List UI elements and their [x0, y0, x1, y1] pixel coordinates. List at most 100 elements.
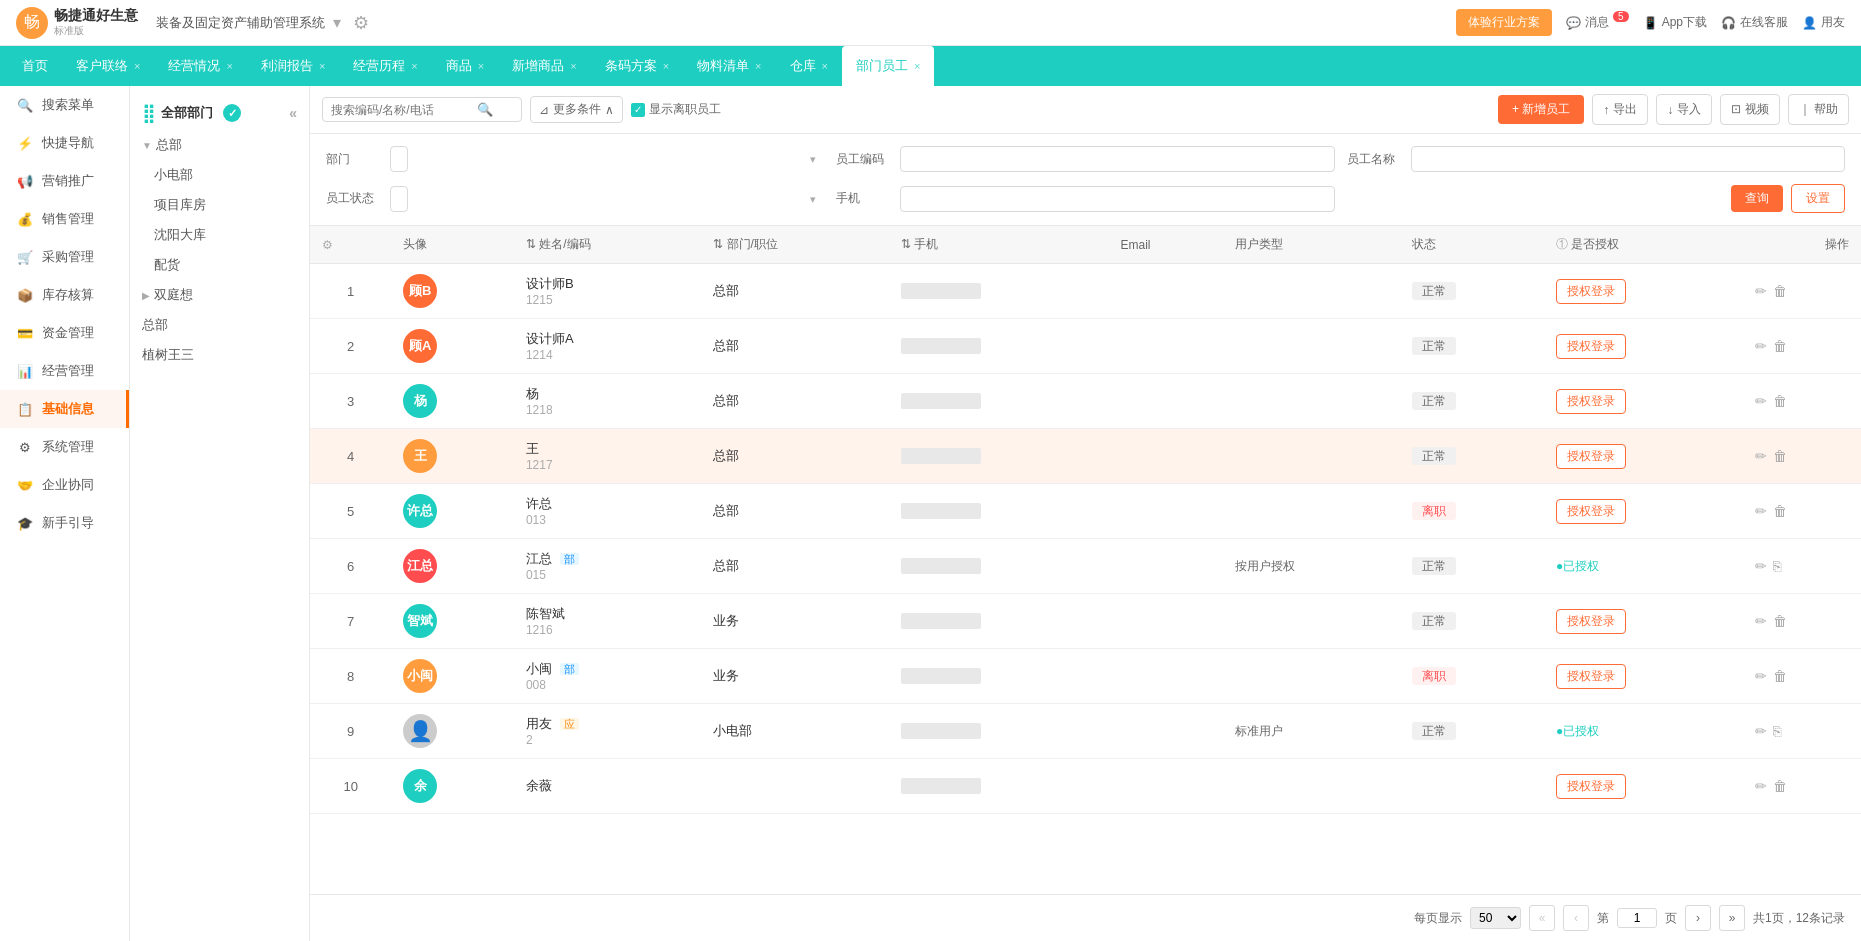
settings-icon[interactable]: ⚙: [353, 12, 369, 34]
auth-btn[interactable]: 授权登录: [1556, 279, 1626, 304]
next-page-btn[interactable]: ›: [1685, 905, 1711, 931]
set-btn[interactable]: 设置: [1791, 184, 1845, 213]
edit-icon[interactable]: ✏: [1755, 338, 1767, 354]
help-btn[interactable]: ｜ 帮助: [1788, 94, 1849, 125]
experience-btn[interactable]: 体验行业方案: [1456, 9, 1552, 36]
export-icon: ↑: [1603, 103, 1609, 117]
sidebar-item-purchase[interactable]: 🛒 采购管理: [0, 238, 129, 276]
row-status: 正常: [1400, 704, 1544, 759]
edit-icon[interactable]: ✏: [1755, 668, 1767, 684]
tree-node-general[interactable]: ▼ 总部: [130, 130, 309, 160]
row-email: [1108, 484, 1222, 539]
nav-item-ops[interactable]: 经营情况 ×: [154, 46, 246, 86]
app-download-btn[interactable]: 📱 App下载: [1643, 14, 1707, 31]
last-page-btn[interactable]: »: [1719, 905, 1745, 931]
row-avatar: 顾B: [391, 264, 514, 319]
dept-select[interactable]: [390, 146, 408, 172]
delete-icon[interactable]: 🗑: [1773, 393, 1787, 409]
nav-item-journey[interactable]: 经营历程 ×: [339, 46, 431, 86]
filter-empcode-row: 员工编码: [836, 146, 1334, 172]
auth-btn[interactable]: 授权登录: [1556, 389, 1626, 414]
tree-node-xiaodian[interactable]: 小电部: [130, 160, 309, 190]
sidebar-item-operation[interactable]: 📊 经营管理: [0, 352, 129, 390]
delete-icon[interactable]: 🗑: [1773, 668, 1787, 684]
col-usertype: 用户类型: [1223, 226, 1401, 264]
prev-page-btn[interactable]: ‹: [1563, 905, 1589, 931]
nav-item-home[interactable]: 首页: [8, 46, 62, 86]
tree-collapse-btn[interactable]: «: [289, 105, 297, 121]
sidebar-item-basic[interactable]: 📋 基础信息: [0, 390, 129, 428]
edit-icon[interactable]: ✏: [1755, 503, 1767, 519]
sidebar-item-collab[interactable]: 🤝 企业协同: [0, 466, 129, 504]
delete-icon[interactable]: 🗑: [1773, 613, 1787, 629]
nav-item-employee[interactable]: 部门员工 ×: [842, 46, 934, 86]
copy-icon[interactable]: ⎘: [1773, 558, 1781, 574]
delete-icon[interactable]: 🗑: [1773, 503, 1787, 519]
copy-icon[interactable]: ⎘: [1773, 723, 1781, 739]
edit-icon[interactable]: ✏: [1755, 723, 1767, 739]
delete-icon[interactable]: 🗑: [1773, 283, 1787, 299]
status-select[interactable]: [390, 186, 408, 212]
tree-node-project[interactable]: 项目库房: [130, 190, 309, 220]
sidebar-item-quicknav[interactable]: ⚡ 快捷导航: [0, 124, 129, 162]
show-resign-checkbox[interactable]: ✓ 显示离职员工: [631, 101, 721, 118]
sidebar-item-marketing[interactable]: 📢 营销推广: [0, 162, 129, 200]
sidebar-item-sales[interactable]: 💰 销售管理: [0, 200, 129, 238]
tree-node-shuangting[interactable]: ▶ 双庭想: [130, 280, 309, 310]
sidebar-item-search[interactable]: 🔍 搜索菜单: [0, 86, 129, 124]
delete-icon[interactable]: 🗑: [1773, 338, 1787, 354]
search-input[interactable]: [331, 103, 471, 117]
edit-icon[interactable]: ✏: [1755, 448, 1767, 464]
auth-btn[interactable]: 授权登录: [1556, 774, 1626, 799]
tree-node-zongbu[interactable]: 总部: [130, 310, 309, 340]
edit-icon[interactable]: ✏: [1755, 393, 1767, 409]
nav-item-bom[interactable]: 物料清单 ×: [683, 46, 775, 86]
tree-node-zhishu[interactable]: 植树王三: [130, 340, 309, 370]
auth-btn[interactable]: 授权登录: [1556, 664, 1626, 689]
search-btn[interactable]: 查询: [1731, 185, 1783, 212]
page-suffix: 页: [1665, 910, 1677, 927]
sidebar-item-guide[interactable]: 🎓 新手引导: [0, 504, 129, 542]
nav-item-barcode[interactable]: 条码方案 ×: [591, 46, 683, 86]
add-employee-btn[interactable]: + 新增员工: [1498, 95, 1584, 124]
delete-icon[interactable]: 🗑: [1773, 448, 1787, 464]
edit-icon[interactable]: ✏: [1755, 558, 1767, 574]
import-btn[interactable]: ↓ 导入: [1656, 94, 1712, 125]
dept-tree-title: 全部部门: [161, 104, 213, 122]
edit-icon[interactable]: ✏: [1755, 283, 1767, 299]
tree-node-peihuo[interactable]: 配货: [130, 250, 309, 280]
auth-btn[interactable]: 授权登录: [1556, 444, 1626, 469]
edit-icon[interactable]: ✏: [1755, 613, 1767, 629]
user-avatar[interactable]: 👤 用友: [1802, 14, 1845, 31]
auth-btn[interactable]: 授权登录: [1556, 609, 1626, 634]
row-dept: 总部: [701, 539, 888, 594]
auth-btn[interactable]: 授权登录: [1556, 334, 1626, 359]
view-btn[interactable]: ⊡ 视频: [1720, 94, 1779, 125]
nav-item-goods[interactable]: 商品 ×: [432, 46, 498, 86]
export-btn[interactable]: ↑ 导出: [1592, 94, 1648, 125]
empname-input[interactable]: [1411, 146, 1845, 172]
sidebar-item-finance[interactable]: 💳 资金管理: [0, 314, 129, 352]
row-email: [1108, 649, 1222, 704]
empcode-input[interactable]: [900, 146, 1334, 172]
nav-item-customer[interactable]: 客户联络 ×: [62, 46, 154, 86]
online-service-btn[interactable]: 🎧 在线客服: [1721, 14, 1788, 31]
delete-icon[interactable]: 🗑: [1773, 778, 1787, 794]
edit-icon[interactable]: ✏: [1755, 778, 1767, 794]
more-filter-btn[interactable]: ⊿ 更多条件 ∧: [530, 96, 623, 123]
sidebar-item-system[interactable]: ⚙ 系统管理: [0, 428, 129, 466]
nav-item-profit[interactable]: 利润报告 ×: [247, 46, 339, 86]
per-page-select[interactable]: 50 20 100: [1470, 907, 1521, 929]
nav-item-warehouse[interactable]: 仓库 ×: [776, 46, 842, 86]
tree-node-shenyang[interactable]: 沈阳大库: [130, 220, 309, 250]
page-input[interactable]: [1617, 908, 1657, 928]
message-btn[interactable]: 💬 消息5: [1566, 14, 1629, 31]
sidebar-item-inventory[interactable]: 📦 库存核算: [0, 276, 129, 314]
first-page-btn[interactable]: «: [1529, 905, 1555, 931]
phone-input[interactable]: [900, 186, 1334, 212]
auth-btn[interactable]: 授权登录: [1556, 499, 1626, 524]
row-num: 2: [310, 319, 391, 374]
row-phone: [889, 484, 1109, 539]
system-dropdown-icon[interactable]: ▾: [333, 13, 341, 32]
nav-item-addgoods[interactable]: 新增商品 ×: [498, 46, 590, 86]
